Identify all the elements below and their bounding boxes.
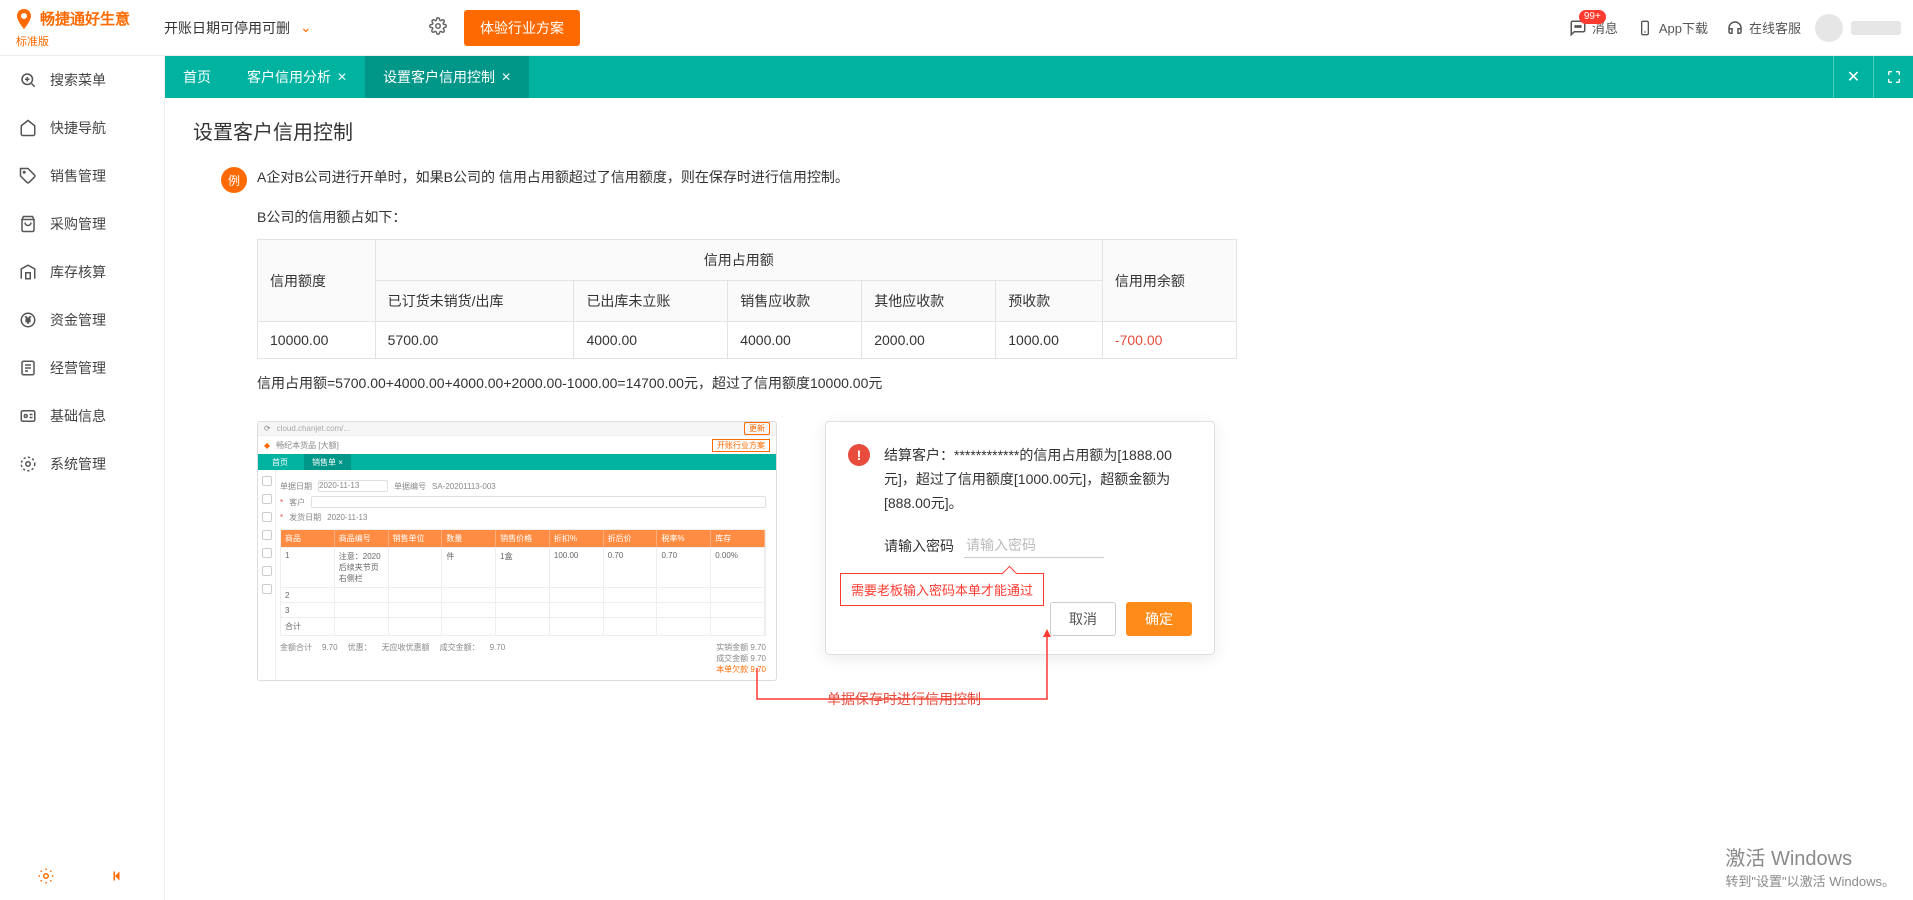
sidebar-footer — [0, 855, 164, 900]
sidebar-collapse-icon[interactable] — [109, 867, 127, 888]
account-settings-button[interactable] — [424, 14, 452, 42]
system-icon — [18, 454, 38, 474]
sidebar-item-label: 销售管理 — [50, 166, 106, 186]
td-c2: 4000.00 — [574, 322, 728, 359]
td-limit: 10000.00 — [258, 322, 376, 359]
close-icon[interactable]: ✕ — [337, 70, 347, 84]
warehouse-icon — [18, 262, 38, 282]
sidebar-item-label: 搜索菜单 — [50, 70, 106, 90]
support-button[interactable]: 在线客服 — [1726, 18, 1801, 37]
money-icon: ¥ — [18, 310, 38, 330]
sidebar-item-business[interactable]: 经营管理 — [0, 344, 164, 392]
svg-text:¥: ¥ — [25, 316, 31, 325]
brand-name: 畅捷通好生意 — [40, 8, 130, 29]
mock-screenshot: ⟳cloud.chanjet.com/...更新 ◆畅纪本货品 [大额]开账行业… — [257, 421, 777, 681]
table-row: 10000.00 5700.00 4000.00 4000.00 2000.00… — [258, 322, 1237, 359]
sidebar-item-basicinfo[interactable]: 基础信息 — [0, 392, 164, 440]
credit-warning-dialog: ! 结算客户：************的信用占用额为[1888.00元]，超过了… — [825, 421, 1215, 655]
cancel-button[interactable]: 取消 — [1050, 602, 1116, 636]
sub-text: B公司的信用额占如下： — [257, 207, 1281, 227]
tab-fullscreen-button[interactable] — [1873, 56, 1913, 98]
app-download-label: App下载 — [1659, 18, 1708, 37]
sidebar-item-label: 采购管理 — [50, 214, 106, 234]
th-credit-used: 信用占用额 — [375, 240, 1102, 281]
topbar: 畅捷通好生意 标准版 开账日期可停用可删 ⌄ 体验行业方案 99+ 消息 App… — [0, 0, 1913, 56]
sidebar-item-purchase[interactable]: 采购管理 — [0, 200, 164, 248]
sidebar-item-sales[interactable]: 销售管理 — [0, 152, 164, 200]
th-sub-ordered: 已订货未销货/出库 — [375, 281, 574, 322]
dialog-callout: 需要老板输入密码本单才能通过 — [840, 573, 1044, 606]
sidebar-item-inventory[interactable]: 库存核算 — [0, 248, 164, 296]
sidebar-settings-icon[interactable] — [37, 867, 55, 888]
th-sub-ar-sales: 销售应收款 — [728, 281, 862, 322]
brand-edition: 标准版 — [16, 33, 49, 49]
credit-table: 信用额度 信用占用额 信用用余额 已订货未销货/出库 已出库未立账 销售应收款 … — [257, 239, 1237, 359]
messages-badge: 99+ — [1579, 10, 1606, 24]
messages-button[interactable]: 99+ 消息 — [1569, 18, 1618, 37]
calc-line: 信用占用额=5700.00+4000.00+4000.00+2000.00-10… — [257, 373, 1281, 393]
tab-home[interactable]: 首页 — [165, 56, 229, 98]
password-label: 请输入密码 — [884, 536, 954, 556]
brand-logo[interactable]: 畅捷通好生意 标准版 — [12, 7, 152, 49]
intro-text: A企对B公司进行开单时，如果B公司的 信用占用额超过了信用额度，则在保存时进行信… — [257, 165, 849, 190]
td-c3: 4000.00 — [728, 322, 862, 359]
password-input[interactable] — [964, 533, 1104, 558]
phone-icon — [1636, 19, 1654, 37]
tab-credit-analysis[interactable]: 客户信用分析✕ — [229, 56, 365, 98]
th-sub-prepay: 预收款 — [996, 281, 1103, 322]
user-name-placeholder — [1851, 21, 1901, 35]
home-icon — [18, 118, 38, 138]
headset-icon — [1726, 19, 1744, 37]
tag-icon — [18, 166, 38, 186]
th-credit-limit: 信用额度 — [258, 240, 376, 322]
account-select[interactable]: 开账日期可停用可删 ⌄ — [164, 18, 424, 38]
illustration-row: ⟳cloud.chanjet.com/...更新 ◆畅纪本货品 [大额]开账行业… — [257, 421, 1281, 681]
example-badge-icon: 例 — [221, 167, 247, 193]
doc-icon — [18, 358, 38, 378]
search-icon — [18, 70, 38, 90]
promo-button[interactable]: 体验行业方案 — [464, 10, 580, 46]
bag-icon — [18, 214, 38, 234]
td-balance: -700.00 — [1102, 322, 1236, 359]
connector-caption: 单据保存时进行信用控制 — [827, 689, 981, 709]
sidebar-item-label: 系统管理 — [50, 454, 106, 474]
warning-icon: ! — [848, 444, 870, 466]
close-icon[interactable]: ✕ — [501, 70, 511, 84]
tab-close-all-button[interactable]: ✕ — [1833, 56, 1873, 98]
confirm-button[interactable]: 确定 — [1126, 602, 1192, 636]
page-title: 设置客户信用控制 — [193, 116, 1885, 145]
logo-icon — [12, 7, 36, 31]
account-select-label: 开账日期可停用可删 — [164, 18, 290, 38]
support-label: 在线客服 — [1749, 18, 1801, 37]
chevron-down-icon: ⌄ — [300, 19, 312, 36]
th-sub-ar-other: 其他应收款 — [862, 281, 996, 322]
td-c5: 1000.00 — [996, 322, 1103, 359]
tab-credit-control[interactable]: 设置客户信用控制✕ — [365, 56, 529, 98]
gear-icon — [429, 17, 447, 38]
sidebar-item-label: 资金管理 — [50, 310, 106, 330]
sidebar-item-label: 库存核算 — [50, 262, 106, 282]
sidebar-item-label: 快捷导航 — [50, 118, 106, 138]
page-scroll[interactable]: 设置客户信用控制 例 A企对B公司进行开单时，如果B公司的 信用占用额超过了信用… — [165, 98, 1913, 900]
id-icon — [18, 406, 38, 426]
td-c4: 2000.00 — [862, 322, 996, 359]
sidebar-item-quicknav[interactable]: 快捷导航 — [0, 104, 164, 152]
sidebar-item-label: 经营管理 — [50, 358, 106, 378]
avatar[interactable] — [1815, 14, 1843, 42]
sidebar-item-funds[interactable]: ¥ 资金管理 — [0, 296, 164, 344]
app-download-button[interactable]: App下载 — [1636, 18, 1708, 37]
sidebar-item-search[interactable]: 搜索菜单 — [0, 56, 164, 104]
th-balance: 信用用余额 — [1102, 240, 1236, 322]
td-c1: 5700.00 — [375, 322, 574, 359]
tabstrip: 首页 客户信用分析✕ 设置客户信用控制✕ ✕ — [165, 56, 1913, 98]
sidebar-item-system[interactable]: 系统管理 — [0, 440, 164, 488]
dialog-message: 结算客户：************的信用占用额为[1888.00元]，超过了信用… — [884, 444, 1192, 515]
th-sub-shipped: 已出库未立账 — [574, 281, 728, 322]
sidebar-item-label: 基础信息 — [50, 406, 106, 426]
sidebar: 搜索菜单 快捷导航 销售管理 采购管理 库存核算 ¥ 资金管理 经营管理 基础信 — [0, 56, 165, 900]
